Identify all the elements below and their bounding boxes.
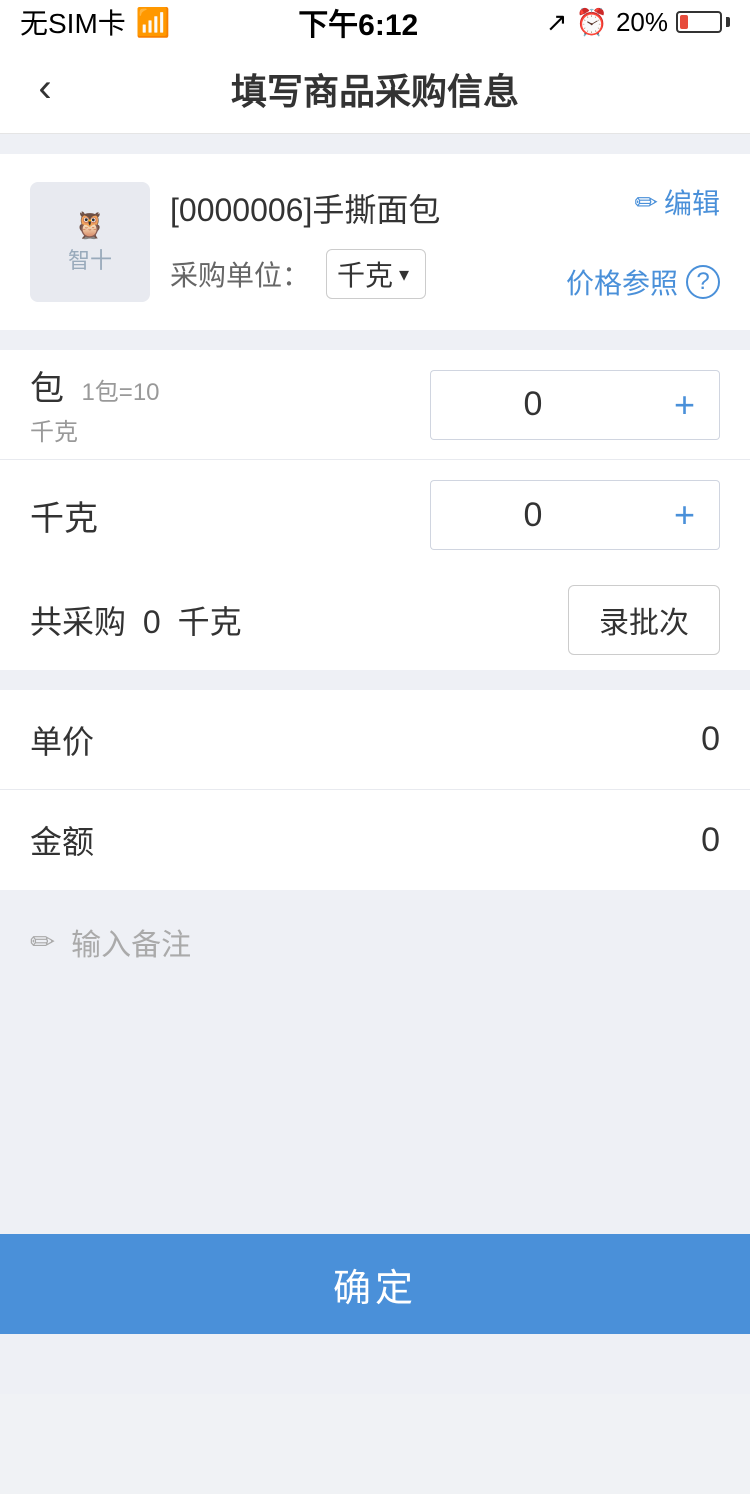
quantity-row-bao: 包 1包=10千克 + bbox=[0, 350, 750, 460]
price-value-unit: 0 bbox=[701, 720, 720, 759]
battery-fill bbox=[680, 15, 688, 29]
status-bar: 无SIM卡 📶 下午6:12 ↗ ⏰ 20% bbox=[0, 0, 750, 44]
quantity-section: 包 1包=10千克 + 千克 + bbox=[0, 350, 750, 570]
price-row-unit: 单价 0 bbox=[0, 690, 750, 790]
price-label-amount: 金额 bbox=[30, 817, 94, 863]
top-divider bbox=[0, 134, 750, 154]
main-content-spacer bbox=[0, 994, 750, 1394]
quantity-plus-kg[interactable]: + bbox=[650, 480, 720, 550]
unit-select-dropdown[interactable]: 千克 ▾ bbox=[326, 249, 426, 299]
price-ref-label: 价格参照 bbox=[566, 262, 678, 302]
wifi-icon: 📶 bbox=[136, 6, 171, 39]
quantity-input-bao[interactable] bbox=[430, 370, 650, 440]
product-logo: 🦉 智十 bbox=[68, 209, 112, 275]
quantity-input-kg[interactable] bbox=[430, 480, 650, 550]
battery-percent: 20% bbox=[616, 7, 668, 38]
price-label-unit: 单价 bbox=[30, 717, 94, 763]
battery-icon bbox=[676, 11, 730, 33]
edit-icon: ✏ bbox=[635, 186, 658, 219]
price-row-amount: 金额 0 bbox=[0, 790, 750, 890]
page-title: 填写商品采购信息 bbox=[231, 63, 519, 115]
quantity-plus-bao[interactable]: + bbox=[650, 370, 720, 440]
confirm-label: 确定 bbox=[333, 1257, 417, 1312]
remark-placeholder: 输入备注 bbox=[71, 920, 191, 964]
confirm-button[interactable]: 确定 bbox=[0, 1234, 750, 1334]
mid-divider-1 bbox=[0, 330, 750, 350]
quantity-row-kg: 千克 + bbox=[0, 460, 750, 570]
location-icon: ↗ bbox=[546, 7, 568, 38]
battery-body bbox=[676, 11, 722, 33]
help-icon: ? bbox=[686, 265, 720, 299]
price-ref-button[interactable]: 价格参照 ? bbox=[566, 262, 720, 302]
batch-button[interactable]: 录批次 bbox=[568, 585, 720, 655]
battery-tip bbox=[726, 17, 730, 27]
pencil-icon: ✏ bbox=[30, 925, 55, 960]
remark-section[interactable]: ✏ 输入备注 bbox=[0, 890, 750, 994]
alarm-icon: ⏰ bbox=[576, 7, 608, 38]
purchase-unit-label: 采购单位： bbox=[170, 254, 310, 294]
product-image: 🦉 智十 bbox=[30, 182, 150, 302]
status-right: ↗ ⏰ 20% bbox=[546, 7, 730, 38]
price-value-amount: 0 bbox=[701, 821, 720, 860]
back-icon: ‹ bbox=[38, 66, 51, 111]
price-section: 单价 0 金额 0 bbox=[0, 690, 750, 890]
product-card: 🦉 智十 [0000006]手撕面包 采购单位： 千克 ▾ ✏ 编辑 价格参照 … bbox=[0, 154, 750, 330]
carrier-text: 无SIM卡 bbox=[20, 2, 126, 42]
nav-bar: ‹ 填写商品采购信息 bbox=[0, 44, 750, 134]
edit-button[interactable]: ✏ 编辑 bbox=[635, 182, 720, 222]
quantity-label-bao: 包 1包=10千克 bbox=[30, 361, 170, 449]
unit-value: 千克 bbox=[337, 254, 393, 294]
status-left: 无SIM卡 📶 bbox=[20, 2, 171, 42]
quantity-input-area-kg: + bbox=[170, 480, 720, 550]
quantity-input-area-bao: + bbox=[170, 370, 720, 440]
edit-label: 编辑 bbox=[664, 182, 720, 222]
mid-divider-2 bbox=[0, 670, 750, 690]
status-time: 下午6:12 bbox=[298, 0, 418, 44]
summary-text: 共采购 0 千克 bbox=[30, 597, 242, 643]
unit-dropdown-arrow: ▾ bbox=[399, 262, 409, 287]
summary-row: 共采购 0 千克 录批次 bbox=[0, 570, 750, 670]
back-button[interactable]: ‹ bbox=[0, 44, 90, 134]
quantity-label-kg: 千克 bbox=[30, 491, 170, 540]
